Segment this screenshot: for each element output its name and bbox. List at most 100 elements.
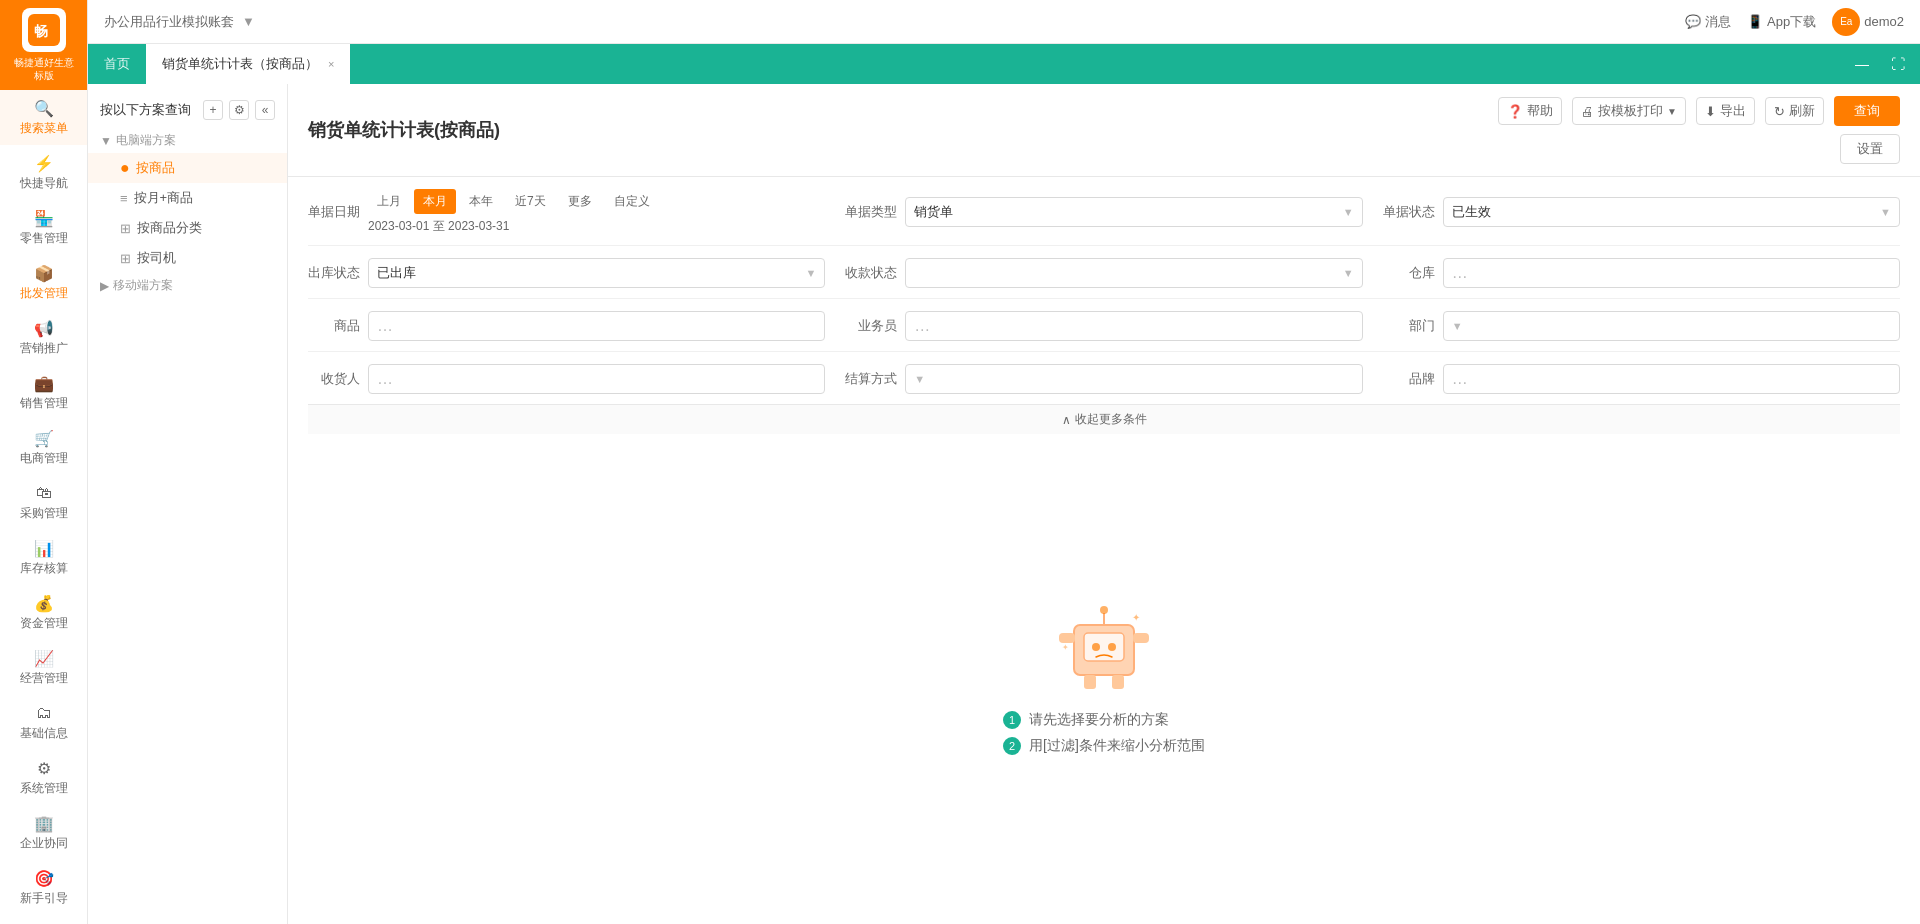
svg-point-4 bbox=[1092, 643, 1100, 651]
payment-input[interactable]: ▼ bbox=[905, 364, 1362, 394]
sidebar-item-marketing[interactable]: 📢 营销推广 bbox=[0, 310, 87, 365]
receiver-label: 收货人 bbox=[308, 370, 360, 388]
sidebar-item-operation[interactable]: 📈 经营管理 bbox=[0, 640, 87, 695]
filter-brand-cell: 品牌 … bbox=[1383, 364, 1900, 394]
help-btn[interactable]: ❓ 帮助 bbox=[1498, 97, 1562, 125]
page-actions: ❓ 帮助 🖨 按模板打印 ▼ ⬇ 导出 bbox=[1498, 96, 1900, 164]
doc-type-value: 销货单 bbox=[914, 203, 953, 221]
collapse-label: 收起更多条件 bbox=[1075, 411, 1147, 428]
brand-input[interactable]: … bbox=[1443, 364, 1900, 394]
department-input[interactable]: ▼ bbox=[1443, 311, 1900, 341]
sidebar-item-retail[interactable]: 🏪 零售管理 bbox=[0, 200, 87, 255]
date-tab-year[interactable]: 本年 bbox=[460, 189, 502, 214]
doc-type-label: 单据类型 bbox=[845, 203, 897, 221]
sidebar-item-guide[interactable]: 🎯 新手引导 bbox=[0, 860, 87, 915]
export-label: 导出 bbox=[1720, 102, 1746, 120]
tree-desktop-group[interactable]: ▼ 电脑端方案 bbox=[88, 128, 287, 153]
settings-scheme-btn[interactable]: ⚙ bbox=[229, 100, 249, 120]
sidebar-quicknav-label: 快捷导航 bbox=[20, 175, 68, 192]
tree-item-by-month-product[interactable]: ≡ 按月+商品 bbox=[88, 183, 287, 213]
salesperson-input[interactable]: … bbox=[905, 311, 1362, 341]
date-tab-custom[interactable]: 自定义 bbox=[605, 189, 659, 214]
minimize-btn[interactable]: — bbox=[1848, 50, 1876, 78]
tree-item-by-cashier[interactable]: ⊞ 按司机 bbox=[88, 243, 287, 273]
page-header: 销货单统计计表(按商品) ❓ 帮助 🖨 按模板打印 bbox=[288, 84, 1920, 177]
sidebar: 畅 畅捷通好生意 标版 🔍 搜索菜单 ⚡ 快捷导航 🏪 零售管理 📦 批发管理 … bbox=[0, 0, 88, 924]
enterprise-icon: 🏢 bbox=[34, 813, 54, 833]
filter-row-1: 单据日期 上月 本月 本年 近7天 更多 自定义 2023- bbox=[308, 177, 1900, 245]
sidebar-item-inventory[interactable]: 📊 库存核算 bbox=[0, 530, 87, 585]
maximize-btn[interactable]: ⛶ bbox=[1884, 50, 1912, 78]
sidebar-item-sales[interactable]: 💼 销售管理 bbox=[0, 365, 87, 420]
brand-label: 品牌 bbox=[1383, 370, 1435, 388]
sidebar-marketing-label: 营销推广 bbox=[20, 340, 68, 357]
warehouse-input[interactable]: … bbox=[1443, 258, 1900, 288]
template-print-btn[interactable]: 🖨 按模板打印 ▼ bbox=[1572, 97, 1686, 125]
filter-doc-type-cell: 单据类型 销货单 ▼ bbox=[845, 189, 1362, 235]
refresh-label: 刷新 bbox=[1789, 102, 1815, 120]
refresh-btn[interactable]: ↻ 刷新 bbox=[1765, 97, 1824, 125]
tab-home[interactable]: 首页 bbox=[88, 44, 146, 84]
sidebar-item-system[interactable]: ⚙ 系统管理 bbox=[0, 750, 87, 805]
filter-receiver-cell: 收货人 … bbox=[308, 364, 825, 394]
sidebar-item-search[interactable]: 🔍 搜索菜单 bbox=[0, 90, 87, 145]
add-scheme-btn[interactable]: + bbox=[203, 100, 223, 120]
tree-item-by-cashier-label: 按司机 bbox=[137, 249, 176, 267]
left-panel-title: 按以下方案查询 bbox=[100, 101, 191, 119]
user-profile-btn[interactable]: Ea demo2 bbox=[1832, 8, 1904, 36]
settings-btn[interactable]: 设置 bbox=[1840, 134, 1900, 164]
sidebar-item-finance[interactable]: 💰 资金管理 bbox=[0, 585, 87, 640]
filter-product-cell: 商品 … bbox=[308, 311, 825, 341]
left-panel: 按以下方案查询 + ⚙ « ▼ 电脑端方案 ● 按商品 ≡ 按月+商品 bbox=[88, 84, 288, 924]
app-download-btn[interactable]: 📱 App下载 bbox=[1747, 13, 1816, 31]
doc-status-value: 已生效 bbox=[1452, 203, 1491, 221]
svg-point-5 bbox=[1108, 643, 1116, 651]
date-tab-more[interactable]: 更多 bbox=[559, 189, 601, 214]
industry-dropdown-icon[interactable]: ▼ bbox=[242, 14, 255, 29]
receipt-status-input[interactable]: ▼ bbox=[905, 258, 1362, 288]
product-input[interactable]: … bbox=[368, 311, 825, 341]
tab-close-btn[interactable]: × bbox=[328, 58, 334, 70]
sidebar-search-label: 搜索菜单 bbox=[20, 120, 68, 137]
date-tab-cur-month[interactable]: 本月 bbox=[414, 189, 456, 214]
filter-out-status-cell: 出库状态 已出库 ▼ bbox=[308, 258, 825, 288]
cashier-icon: ⊞ bbox=[120, 251, 131, 266]
tree-item-by-category[interactable]: ⊞ 按商品分类 bbox=[88, 213, 287, 243]
sidebar-item-ecommerce[interactable]: 🛒 电商管理 bbox=[0, 420, 87, 475]
export-btn[interactable]: ⬇ 导出 bbox=[1696, 97, 1755, 125]
sidebar-item-enterprise[interactable]: 🏢 企业协同 bbox=[0, 805, 87, 860]
purchase-icon: 🛍 bbox=[34, 483, 54, 503]
retail-icon: 🏪 bbox=[34, 208, 54, 228]
query-btn[interactable]: 查询 bbox=[1834, 96, 1900, 126]
svg-rect-8 bbox=[1084, 675, 1096, 689]
svg-point-7 bbox=[1100, 606, 1108, 614]
svg-rect-9 bbox=[1112, 675, 1124, 689]
date-tab-prev-month[interactable]: 上月 bbox=[368, 189, 410, 214]
receiver-dots: … bbox=[377, 370, 393, 388]
collapse-panel-btn[interactable]: « bbox=[255, 100, 275, 120]
message-btn[interactable]: 💬 消息 bbox=[1685, 13, 1731, 31]
collapse-filters-btn[interactable]: ∧ 收起更多条件 bbox=[308, 404, 1900, 434]
receiver-input[interactable]: … bbox=[368, 364, 825, 394]
out-status-input[interactable]: 已出库 ▼ bbox=[368, 258, 825, 288]
doc-status-input[interactable]: 已生效 ▼ bbox=[1443, 197, 1900, 227]
app-logo[interactable]: 畅 畅捷通好生意 标版 bbox=[0, 0, 87, 90]
warehouse-label: 仓库 bbox=[1383, 264, 1435, 282]
tree-mobile-group[interactable]: ▶ 移动端方案 bbox=[88, 273, 287, 298]
sidebar-item-basic[interactable]: 🗂 基础信息 bbox=[0, 695, 87, 750]
topbar-left: 办公用品行业模拟账套 ▼ bbox=[104, 13, 255, 31]
payment-label: 结算方式 bbox=[845, 370, 897, 388]
date-tab-7days[interactable]: 近7天 bbox=[506, 189, 555, 214]
page-title: 销货单统计计表(按商品) bbox=[308, 118, 500, 142]
sidebar-item-wholesale[interactable]: 📦 批发管理 bbox=[0, 255, 87, 310]
doc-type-input[interactable]: 销货单 ▼ bbox=[905, 197, 1362, 227]
sidebar-item-purchase[interactable]: 🛍 采购管理 bbox=[0, 475, 87, 530]
wholesale-icon: 📦 bbox=[34, 263, 54, 283]
tab-current[interactable]: 销货单统计计表（按商品） × bbox=[146, 44, 350, 84]
marketing-icon: 📢 bbox=[34, 318, 54, 338]
sidebar-item-quicknav[interactable]: ⚡ 快捷导航 bbox=[0, 145, 87, 200]
tree-item-by-product[interactable]: ● 按商品 bbox=[88, 153, 287, 183]
main-area: 办公用品行业模拟账套 ▼ 💬 消息 📱 App下载 Ea demo2 首页 bbox=[88, 0, 1920, 924]
svg-rect-3 bbox=[1084, 633, 1124, 661]
doc-status-arrow-icon: ▼ bbox=[1880, 206, 1891, 218]
